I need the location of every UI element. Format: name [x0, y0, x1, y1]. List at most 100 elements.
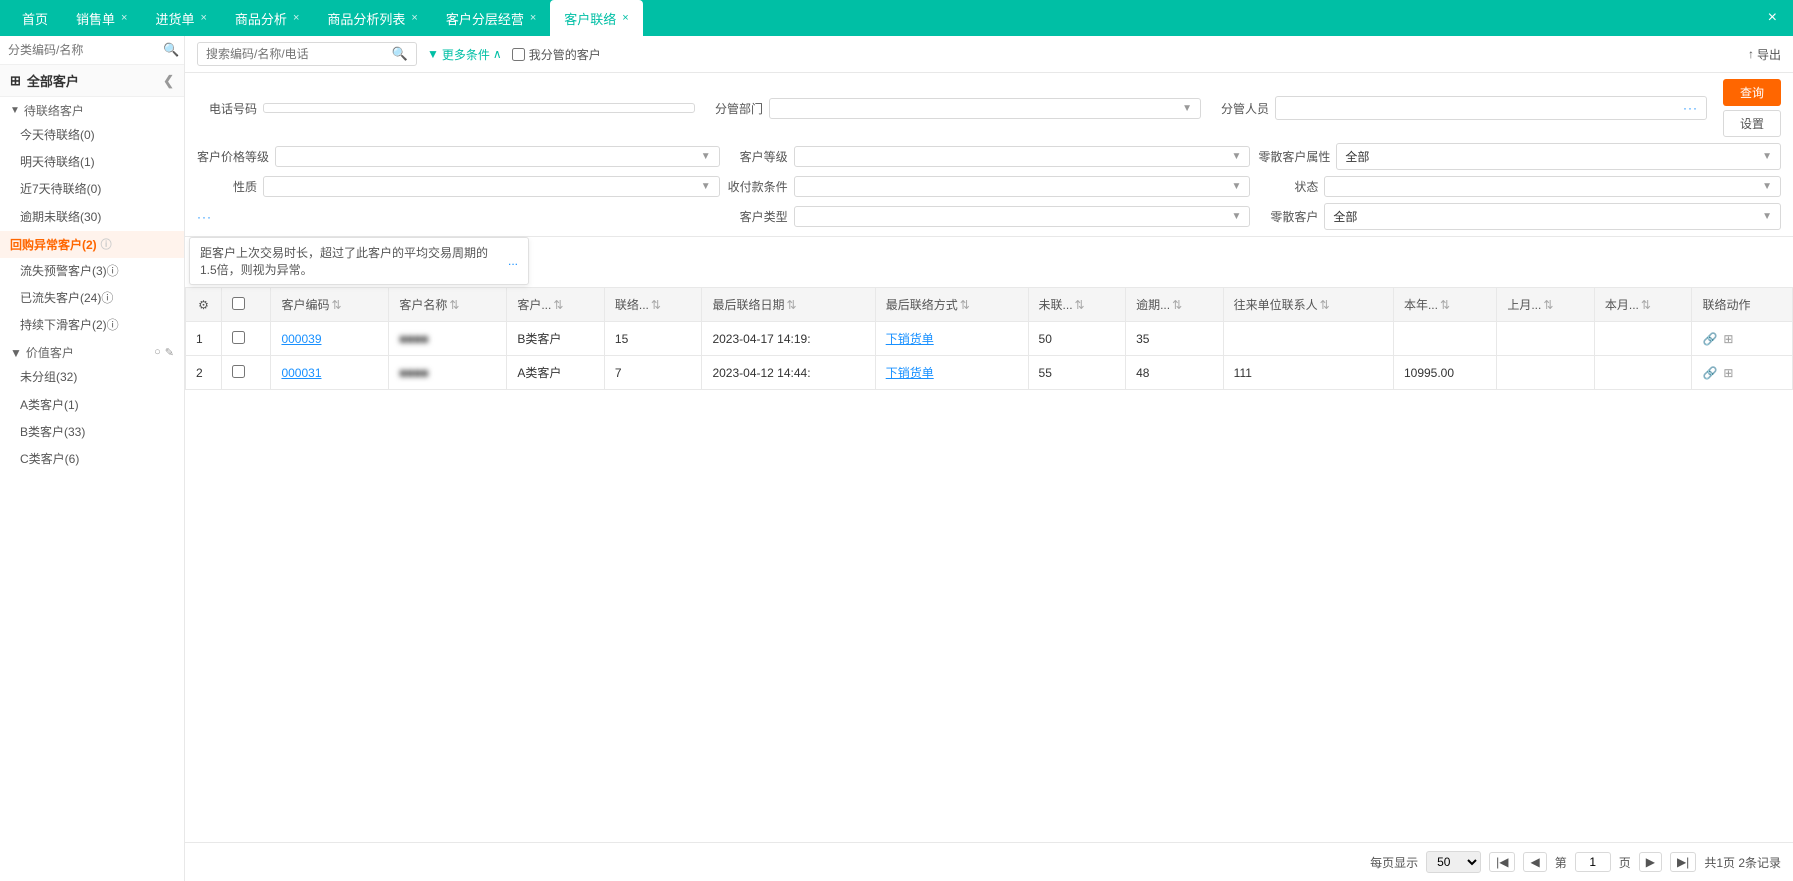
row1-code[interactable]: 000039	[271, 322, 389, 356]
month-sort-icon[interactable]: ⇅	[1641, 298, 1651, 312]
sidebar-search-icon[interactable]: 🔍	[163, 42, 179, 58]
sidebar-lost-warning[interactable]: 流失预警客户(3) ⓘ	[0, 258, 184, 285]
type-sort-icon[interactable]: ⇅	[553, 298, 563, 312]
query-button[interactable]: 查询	[1723, 79, 1781, 106]
row2-code[interactable]: 000031	[271, 356, 389, 390]
payment-dropdown[interactable]: ▼	[794, 176, 1251, 197]
manager-input[interactable]: ···	[1275, 96, 1707, 120]
overdue-sort-icon[interactable]: ⇅	[1172, 298, 1182, 312]
nature-dropdown[interactable]: ▼	[263, 176, 720, 197]
nav-analysis-list-close[interactable]: ×	[411, 12, 417, 24]
value-customers-label: 价值客户	[26, 344, 74, 361]
row1-grid-icon[interactable]: ⊞	[1723, 332, 1733, 346]
sidebar-item-tomorrow[interactable]: 明天待联络(1)	[0, 149, 184, 176]
row1-action-icons: 🔗 ⊞	[1702, 332, 1782, 346]
search-input[interactable]	[206, 47, 392, 61]
sidebar: 🔍 ⊞ 全部客户 ❮ ▼ 待联络客户 今天待联络(0) 明天待联络(1) 近7天…	[0, 36, 185, 881]
export-button[interactable]: ↑ 导出	[1748, 46, 1781, 63]
sidebar-declining[interactable]: 持续下滑客户(2) ⓘ	[0, 312, 184, 339]
nav-customer-tier-close[interactable]: ×	[530, 12, 536, 24]
filter-row-4: ··· 客户类型 ▼ 零散客户 全部▼	[197, 203, 1781, 230]
row2-num: 2	[186, 356, 222, 390]
price-grade-dropdown[interactable]: ▼	[275, 146, 720, 167]
row1-overdue: 35	[1126, 322, 1224, 356]
row2-select[interactable]	[232, 365, 245, 378]
nav-purchase[interactable]: 进货单 ×	[141, 0, 220, 36]
sidebar-class-b[interactable]: B类客户(33)	[0, 419, 184, 446]
nav-home[interactable]: 首页	[8, 0, 62, 36]
row2-grid-icon[interactable]: ⊞	[1723, 366, 1733, 380]
year-sort-icon[interactable]: ⇅	[1440, 298, 1450, 312]
value-tri-icon: ▼	[10, 346, 22, 360]
row2-overdue: 48	[1126, 356, 1224, 390]
nav-purchase-close[interactable]: ×	[200, 12, 206, 24]
status-dropdown[interactable]: ▼	[1324, 176, 1781, 197]
last-page-button[interactable]: ▶|	[1670, 852, 1696, 872]
sidebar-item-7days[interactable]: 近7天待联络(0)	[0, 176, 184, 203]
sidebar-unclassified[interactable]: 未分组(32)	[0, 364, 184, 391]
search-icon[interactable]: 🔍	[392, 46, 408, 62]
row1-select[interactable]	[232, 331, 245, 344]
sidebar-class-a[interactable]: A类客户(1)	[0, 392, 184, 419]
retail-attr-dropdown[interactable]: 全部▼	[1336, 143, 1781, 170]
row1-link-icon[interactable]: 🔗	[1702, 332, 1717, 346]
customer-grade-dropdown[interactable]: ▼	[794, 146, 1251, 167]
filter-cell-price-grade: 客户价格等级 ▼	[197, 146, 720, 167]
row4-dots[interactable]: ···	[197, 210, 212, 224]
nav-analysis[interactable]: 商品分析 ×	[221, 0, 313, 36]
table-area: ⚙ 客户编码⇅ 客户名称⇅ 客户...⇅ 联络...⇅ 最后联络日期⇅ 最后联络…	[185, 287, 1793, 842]
nav-customer-contact-close[interactable]: ×	[622, 12, 628, 24]
more-conditions-button[interactable]: ▼ 更多条件 ∧	[427, 46, 502, 63]
row2-name: ■■■■	[389, 356, 507, 390]
count-sort-icon[interactable]: ⇅	[651, 298, 661, 312]
prev-page-button[interactable]: ◀	[1523, 852, 1546, 872]
next-page-button[interactable]: ▶	[1639, 852, 1662, 872]
page-size-select[interactable]: 50 100 200	[1426, 851, 1481, 873]
customer-type-dropdown[interactable]: ▼	[794, 206, 1251, 227]
nav-analysis-close[interactable]: ×	[293, 12, 299, 24]
col-settings[interactable]: ⚙	[186, 288, 222, 322]
nav-analysis-list-label: 商品分析列表	[327, 9, 405, 28]
row2-type: A类客户	[507, 356, 605, 390]
all-customers-label: 全部客户	[27, 71, 79, 90]
circle-icon[interactable]: ○	[154, 346, 161, 359]
sidebar-search-input[interactable]	[8, 43, 163, 57]
settings-button[interactable]: 设置	[1723, 110, 1781, 137]
row1-last-method[interactable]: 下销货单	[875, 322, 1028, 356]
sidebar-repurchase-abnormal[interactable]: 回购异常客户(2) ⓘ	[0, 231, 184, 258]
nav-sales-close[interactable]: ×	[121, 12, 127, 24]
edit-icon[interactable]: ✎	[165, 346, 174, 359]
sidebar-item-overdue[interactable]: 逾期未联络(30)	[0, 204, 184, 231]
sidebar-item-today[interactable]: 今天待联络(0)	[0, 122, 184, 149]
name-sort-icon[interactable]: ⇅	[449, 298, 459, 312]
method-sort-icon[interactable]: ⇅	[960, 298, 970, 312]
nav-sales[interactable]: 销售单 ×	[62, 0, 141, 36]
manager-dots-icon[interactable]: ···	[1683, 101, 1698, 115]
dept-dropdown[interactable]: ▼	[769, 98, 1201, 119]
today-label: 今天待联络(0)	[20, 126, 95, 145]
sidebar-already-lost[interactable]: 已流失客户(24) ⓘ	[0, 285, 184, 312]
first-page-button[interactable]: |◀	[1489, 852, 1515, 872]
sidebar-pending-contact-group[interactable]: ▼ 待联络客户	[0, 97, 184, 122]
filter-cell-nature: 性质 ▼	[197, 176, 720, 197]
global-close-button[interactable]: ×	[1760, 9, 1785, 27]
sidebar-class-c[interactable]: C类客户(6)	[0, 446, 184, 473]
sidebar-collapse-icon[interactable]: ❮	[163, 73, 174, 89]
date-sort-icon[interactable]: ⇅	[786, 298, 796, 312]
row2-name-blurred: ■■■■	[399, 366, 428, 380]
nav-analysis-list[interactable]: 商品分析列表 ×	[313, 0, 431, 36]
select-all-checkbox[interactable]	[232, 297, 245, 310]
lmonth-sort-icon[interactable]: ⇅	[1543, 298, 1553, 312]
nav-customer-contact[interactable]: 客户联络 ×	[550, 0, 642, 36]
tooltip-dots[interactable]: ...	[508, 254, 518, 268]
code-sort-icon[interactable]: ⇅	[331, 298, 341, 312]
row2-last-method[interactable]: 下销货单	[875, 356, 1028, 390]
phone-input[interactable]	[263, 103, 695, 113]
row2-link-icon[interactable]: 🔗	[1702, 366, 1717, 380]
my-customers-checkbox[interactable]	[512, 48, 525, 61]
uncontacted-sort-icon[interactable]: ⇅	[1075, 298, 1085, 312]
retail-customer-dropdown[interactable]: 全部▼	[1324, 203, 1781, 230]
nav-customer-tier[interactable]: 客户分层经营 ×	[432, 0, 550, 36]
person-sort-icon[interactable]: ⇅	[1320, 298, 1330, 312]
page-number-input[interactable]	[1575, 852, 1611, 872]
